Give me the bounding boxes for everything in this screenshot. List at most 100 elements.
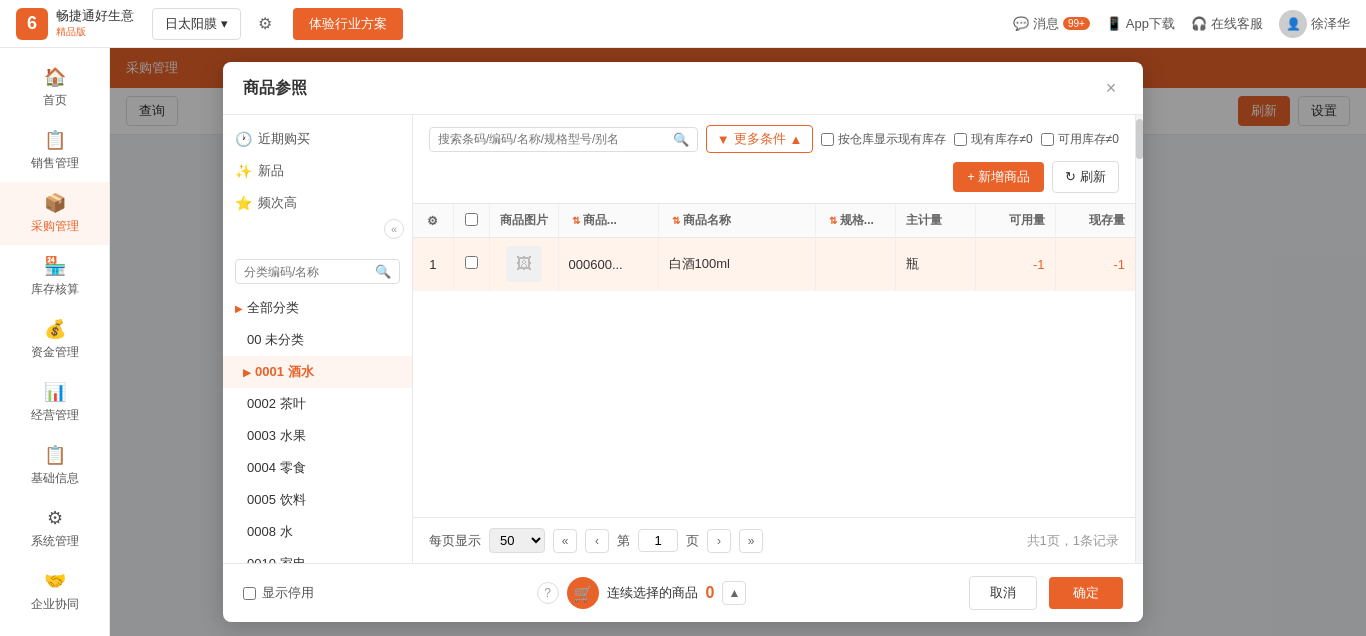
- modal-scrollbar[interactable]: [1135, 115, 1143, 563]
- col-header-unit: 主计量: [895, 204, 975, 238]
- category-panel: 🕐 近期购买 ✨ 新品 ⭐ 频次高: [223, 115, 413, 563]
- filter-chevron-icon: ▲: [790, 132, 803, 147]
- product-table-wrap: ⚙ 商品图片: [413, 204, 1135, 517]
- confirm-button[interactable]: 确定: [1049, 577, 1123, 609]
- col-header-spec: ⇅ 规格...: [815, 204, 895, 238]
- col-header-settings[interactable]: ⚙: [413, 204, 453, 238]
- customer-service-nav-item[interactable]: 🎧 在线客服: [1191, 15, 1263, 33]
- show-disabled-checkbox[interactable]: [243, 587, 256, 600]
- product-search-input[interactable]: [438, 132, 669, 146]
- clock-icon: 🕐: [235, 131, 252, 147]
- sidebar-item-label: 销售管理: [31, 155, 79, 172]
- cat-item-appliance[interactable]: 0010 家电: [223, 548, 412, 563]
- help-icon[interactable]: ?: [537, 582, 559, 604]
- sidebar-item-basic[interactable]: 📋 基础信息: [0, 434, 109, 497]
- cat-item-tea[interactable]: 0002 茶叶: [223, 388, 412, 420]
- table-settings-icon[interactable]: ⚙: [427, 214, 438, 228]
- product-reference-modal: 商品参照 × 🕐 近期购买 ✨ 新: [223, 62, 1143, 622]
- modal-overlay: 商品参照 × 🕐 近期购买 ✨ 新: [110, 48, 1366, 636]
- product-thumbnail: 🖼: [506, 246, 542, 282]
- next-page-button[interactable]: ›: [707, 529, 731, 553]
- sidebar-item-guide[interactable]: 📖 新手引导: [0, 623, 109, 636]
- warehouse-filter-checkbox[interactable]: [821, 133, 834, 146]
- warehouse-filter-label[interactable]: 按仓库显示现有库存: [821, 131, 946, 148]
- sidebar-item-inventory[interactable]: 🏪 库存核算: [0, 245, 109, 308]
- more-filter-button[interactable]: ▼ 更多条件 ▲: [706, 125, 814, 153]
- table-row[interactable]: 1 🖼: [413, 238, 1135, 291]
- sidebar-item-system[interactable]: ⚙ 系统管理: [0, 497, 109, 560]
- select-all-checkbox[interactable]: [465, 213, 478, 226]
- cat-item-beverage[interactable]: 0005 饮料: [223, 484, 412, 516]
- scroll-thumb[interactable]: [1136, 119, 1143, 159]
- row-checkbox[interactable]: [465, 256, 478, 269]
- new-icon: ✨: [235, 163, 252, 179]
- quick-link-recent[interactable]: 🕐 近期购买: [223, 123, 412, 155]
- sort-icon[interactable]: ⇅: [572, 215, 580, 226]
- show-disabled-label[interactable]: 显示停用: [243, 584, 314, 602]
- category-search-input[interactable]: [244, 265, 371, 279]
- sidebar-item-finance[interactable]: 💰 资金管理: [0, 308, 109, 371]
- sidebar-item-label: 库存核算: [31, 281, 79, 298]
- branch-dropdown[interactable]: 日太阳膜 ▾: [152, 8, 241, 40]
- cat-item-uncategorized[interactable]: 00 未分类: [223, 324, 412, 356]
- product-search-bar: 🔍 ▼ 更多条件 ▲ 按仓库显示现有库存: [413, 115, 1135, 204]
- quick-link-frequent[interactable]: ⭐ 频次高: [223, 187, 412, 219]
- cart-button[interactable]: 🛒: [567, 577, 599, 609]
- sidebar-item-label: 首页: [43, 92, 67, 109]
- cart-icon: 🛒: [573, 584, 593, 603]
- sidebar-item-purchase[interactable]: 📦 采购管理: [0, 182, 109, 245]
- sidebar-item-operation[interactable]: 📊 经营管理: [0, 371, 109, 434]
- message-nav-item[interactable]: 💬 消息 99+: [1013, 15, 1090, 33]
- cat-item-water[interactable]: 0008 水: [223, 516, 412, 548]
- modal-close-button[interactable]: ×: [1099, 76, 1123, 100]
- modal-footer: 显示停用 ? 🛒 连续选择的商品 0 ▲ 取消 确定: [223, 563, 1143, 622]
- collapse-cart-button[interactable]: ▲: [722, 581, 746, 605]
- cat-item-snack[interactable]: 0004 零食: [223, 452, 412, 484]
- row-num: 1: [413, 238, 453, 291]
- quick-link-new[interactable]: ✨ 新品: [223, 155, 412, 187]
- per-page-select[interactable]: 50 10 20 100: [489, 528, 545, 553]
- stock-nonzero-label[interactable]: 现有库存≠0: [954, 131, 1032, 148]
- row-unit: 瓶: [895, 238, 975, 291]
- row-image: 🖼: [489, 238, 558, 291]
- experience-button[interactable]: 体验行业方案: [293, 8, 403, 40]
- cancel-button[interactable]: 取消: [969, 576, 1037, 610]
- prev-page-button[interactable]: ‹: [585, 529, 609, 553]
- col-header-image: 商品图片: [489, 204, 558, 238]
- row-spec: [815, 238, 895, 291]
- settings-icon[interactable]: ⚙: [249, 8, 281, 40]
- finance-icon: 💰: [44, 318, 66, 340]
- product-refresh-button[interactable]: ↻ 刷新: [1052, 161, 1119, 193]
- cat-item-all[interactable]: ▶ 全部分类: [223, 292, 412, 324]
- sort-spec-icon[interactable]: ⇅: [829, 215, 837, 226]
- product-panel: 🔍 ▼ 更多条件 ▲ 按仓库显示现有库存: [413, 115, 1135, 563]
- sidebar-item-label: 系统管理: [31, 533, 79, 550]
- last-page-button[interactable]: »: [739, 529, 763, 553]
- sort-name-icon[interactable]: ⇅: [672, 215, 680, 226]
- sidebar-item-enterprise[interactable]: 🤝 企业协同: [0, 560, 109, 623]
- row-available: -1: [975, 238, 1055, 291]
- avatar: 👤: [1279, 10, 1307, 38]
- usable-nonzero-checkbox[interactable]: [1041, 133, 1054, 146]
- usable-nonzero-label[interactable]: 可用库存≠0: [1041, 131, 1119, 148]
- first-page-button[interactable]: «: [553, 529, 577, 553]
- app-download-nav-item[interactable]: 📱 App下载: [1106, 15, 1175, 33]
- modal-title: 商品参照: [243, 78, 307, 99]
- sidebar-item-label: 基础信息: [31, 470, 79, 487]
- content-area: 采购管理 查询 刷新 设置 商品参照 ×: [110, 48, 1366, 636]
- nav-right: 💬 消息 99+ 📱 App下载 🎧 在线客服 👤 徐泽华: [1013, 10, 1350, 38]
- row-check[interactable]: [453, 238, 489, 291]
- user-profile-item[interactable]: 👤 徐泽华: [1279, 10, 1350, 38]
- row-stock: -1: [1055, 238, 1135, 291]
- cat-item-liquor[interactable]: ▶ 0001 酒水: [223, 356, 412, 388]
- sidebar-item-sales[interactable]: 📋 销售管理: [0, 119, 109, 182]
- cat-item-fruit[interactable]: 0003 水果: [223, 420, 412, 452]
- sidebar-item-home[interactable]: 🏠 首页: [0, 56, 109, 119]
- new-product-button[interactable]: + 新增商品: [953, 162, 1044, 192]
- page-number-input[interactable]: [638, 529, 678, 552]
- main-layout: 🏠 首页 📋 销售管理 📦 采购管理 🏪 库存核算 💰 资金管理 📊 经营管理 …: [0, 48, 1366, 636]
- stock-nonzero-checkbox[interactable]: [954, 133, 967, 146]
- collapse-panel-button[interactable]: «: [384, 219, 404, 239]
- logo-sub: 精品版: [56, 25, 134, 39]
- page-label-2: 页: [686, 532, 699, 550]
